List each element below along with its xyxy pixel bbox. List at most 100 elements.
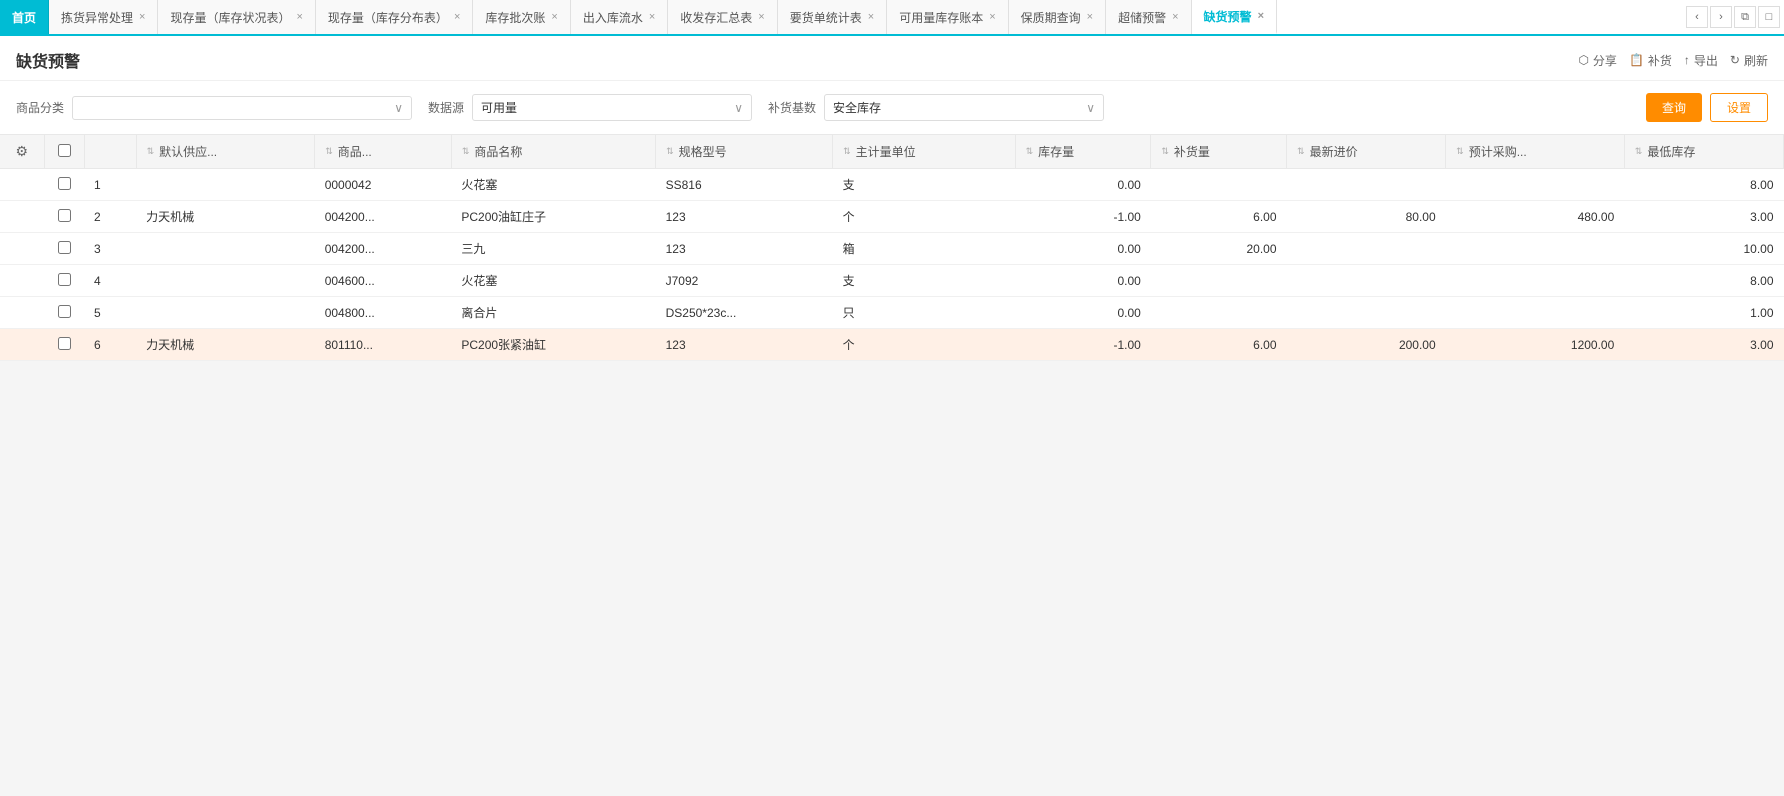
- th-replenish-qty-label: 补货量: [1174, 143, 1210, 160]
- export-label: 导出: [1694, 52, 1718, 69]
- refresh-button[interactable]: ↻ 刷新: [1730, 52, 1768, 69]
- datasource-select-value: 可用量: [481, 99, 517, 116]
- row-checkbox[interactable]: [58, 337, 71, 350]
- settings-button[interactable]: 设置: [1710, 93, 1768, 122]
- row-supplier-cell: [136, 233, 315, 265]
- row-spec-cell: DS250*23c...: [656, 297, 833, 329]
- tab-bar: 首页 拣货异常处理 × 现存量（库存状况表） × 现存量（库存分布表） × 库存…: [0, 0, 1784, 36]
- row-settings-cell: [0, 233, 44, 265]
- replenish-base-filter-label: 补货基数: [768, 99, 816, 116]
- row-checkbox-cell[interactable]: [44, 233, 84, 265]
- th-spec[interactable]: ⇅ 规格型号: [656, 135, 833, 169]
- query-button[interactable]: 查询: [1646, 93, 1702, 122]
- tab-batch-account-close[interactable]: ×: [551, 11, 557, 23]
- th-product-name[interactable]: ⇅ 商品名称: [451, 135, 655, 169]
- th-unit[interactable]: ⇅ 主计量单位: [833, 135, 1016, 169]
- th-replenish-qty[interactable]: ⇅ 补货量: [1151, 135, 1287, 169]
- tab-expiry-close[interactable]: ×: [1087, 11, 1093, 23]
- row-supplier-cell: 力天机械: [136, 329, 315, 361]
- tab-inout-flow-close[interactable]: ×: [649, 11, 655, 23]
- share-icon: ⬡: [1578, 53, 1588, 67]
- tab-req-stat-close[interactable]: ×: [868, 11, 874, 23]
- row-index-cell: 6: [84, 329, 136, 361]
- row-stock-qty-cell: -1.00: [1015, 329, 1151, 361]
- row-index-cell: 5: [84, 297, 136, 329]
- row-unit-cell: 支: [833, 265, 1016, 297]
- row-replenish-qty-cell: 6.00: [1151, 201, 1287, 233]
- tab-avail-ledger-close[interactable]: ×: [989, 11, 995, 23]
- replenish-base-select[interactable]: 安全库存 ∨: [824, 94, 1104, 121]
- replenish-button[interactable]: 📋 补货: [1629, 52, 1672, 69]
- tab-restore[interactable]: ⧉: [1734, 6, 1756, 28]
- tab-maximize[interactable]: □: [1758, 6, 1780, 28]
- th-min-stock[interactable]: ⇅ 最低库存: [1624, 135, 1783, 169]
- row-checkbox[interactable]: [58, 305, 71, 318]
- tab-overstock-close[interactable]: ×: [1172, 11, 1178, 23]
- tab-exception[interactable]: 拣货异常处理 ×: [49, 0, 158, 34]
- th-supplier-label: 默认供应...: [159, 143, 217, 160]
- th-stock-qty[interactable]: ⇅ 库存量: [1015, 135, 1151, 169]
- page-header: 缺货预警 ⬡ 分享 📋 补货 ↑ 导出 ↻ 刷新: [0, 36, 1784, 81]
- row-checkbox-cell[interactable]: [44, 297, 84, 329]
- sort-est-purchase-icon: ⇅: [1456, 146, 1464, 157]
- tab-scroll-left[interactable]: ‹: [1686, 6, 1708, 28]
- tab-recv-summary[interactable]: 收发存汇总表 ×: [668, 0, 777, 34]
- table-row: 6 力天机械 801110... PC200张紧油缸 123 个 -1.00 6…: [0, 329, 1784, 361]
- tab-recv-summary-close[interactable]: ×: [758, 11, 764, 23]
- row-checkbox[interactable]: [58, 209, 71, 222]
- category-select[interactable]: ∨: [72, 96, 412, 120]
- th-latest-price[interactable]: ⇅ 最新进价: [1287, 135, 1446, 169]
- tab-stock-dist[interactable]: 现存量（库存分布表） ×: [316, 0, 473, 34]
- row-stock-qty-cell: 0.00: [1015, 233, 1151, 265]
- th-est-purchase[interactable]: ⇅ 预计采购...: [1446, 135, 1625, 169]
- row-checkbox-cell[interactable]: [44, 329, 84, 361]
- row-checkbox-cell[interactable]: [44, 265, 84, 297]
- tab-batch-account[interactable]: 库存批次账 ×: [473, 0, 570, 34]
- sort-latest-price-icon: ⇅: [1297, 146, 1305, 157]
- share-button[interactable]: ⬡ 分享: [1578, 52, 1617, 69]
- row-checkbox-cell[interactable]: [44, 169, 84, 201]
- th-latest-price-label: 最新进价: [1310, 143, 1358, 160]
- tab-inout-flow[interactable]: 出入库流水 ×: [571, 0, 668, 34]
- row-checkbox[interactable]: [58, 241, 71, 254]
- row-spec-cell: 123: [656, 329, 833, 361]
- table-header-row: ⚙ ⇅ 默认供应... ⇅ 商: [0, 135, 1784, 169]
- share-label: 分享: [1593, 52, 1617, 69]
- row-checkbox[interactable]: [58, 273, 71, 286]
- th-checkbox[interactable]: [44, 135, 84, 169]
- tab-scroll-right[interactable]: ›: [1710, 6, 1732, 28]
- tab-batch-account-label: 库存批次账: [485, 9, 545, 26]
- export-button[interactable]: ↑ 导出: [1684, 52, 1718, 69]
- tab-recv-summary-label: 收发存汇总表: [680, 9, 752, 26]
- table-row: 1 0000042 火花塞 SS816 支 0.00 8.00: [0, 169, 1784, 201]
- row-replenish-qty-cell: 6.00: [1151, 329, 1287, 361]
- row-checkbox-cell[interactable]: [44, 201, 84, 233]
- th-settings[interactable]: ⚙: [0, 135, 44, 169]
- tab-stock-dist-close[interactable]: ×: [454, 11, 460, 23]
- tab-shortage-close[interactable]: ×: [1258, 10, 1264, 22]
- row-latest-price-cell: [1287, 265, 1446, 297]
- tab-stock-status-close[interactable]: ×: [296, 11, 302, 23]
- tab-expiry[interactable]: 保质期查询 ×: [1009, 0, 1106, 34]
- settings-gear-icon[interactable]: ⚙: [15, 143, 28, 159]
- tab-home[interactable]: 首页: [0, 0, 49, 34]
- row-settings-cell: [0, 265, 44, 297]
- tab-req-stat[interactable]: 要货单统计表 ×: [778, 0, 887, 34]
- tab-inout-flow-label: 出入库流水: [583, 9, 643, 26]
- tab-stock-status[interactable]: 现存量（库存状况表） ×: [158, 0, 315, 34]
- tab-exception-close[interactable]: ×: [139, 11, 145, 23]
- select-all-checkbox[interactable]: [58, 144, 71, 157]
- th-supplier[interactable]: ⇅ 默认供应...: [136, 135, 315, 169]
- datasource-select[interactable]: 可用量 ∨: [472, 94, 752, 121]
- row-index-cell: 1: [84, 169, 136, 201]
- row-est-purchase-cell: 480.00: [1446, 201, 1625, 233]
- category-filter-group: 商品分类 ∨: [16, 96, 412, 120]
- th-product-code[interactable]: ⇅ 商品...: [315, 135, 452, 169]
- tab-shortage[interactable]: 缺货预警 ×: [1192, 0, 1277, 34]
- row-checkbox[interactable]: [58, 177, 71, 190]
- tab-avail-ledger[interactable]: 可用量库存账本 ×: [887, 0, 1008, 34]
- row-index-cell: 2: [84, 201, 136, 233]
- tab-overstock[interactable]: 超储预警 ×: [1106, 0, 1191, 34]
- table-row: 4 004600... 火花塞 J7092 支 0.00 8.00: [0, 265, 1784, 297]
- datasource-filter-label: 数据源: [428, 99, 464, 116]
